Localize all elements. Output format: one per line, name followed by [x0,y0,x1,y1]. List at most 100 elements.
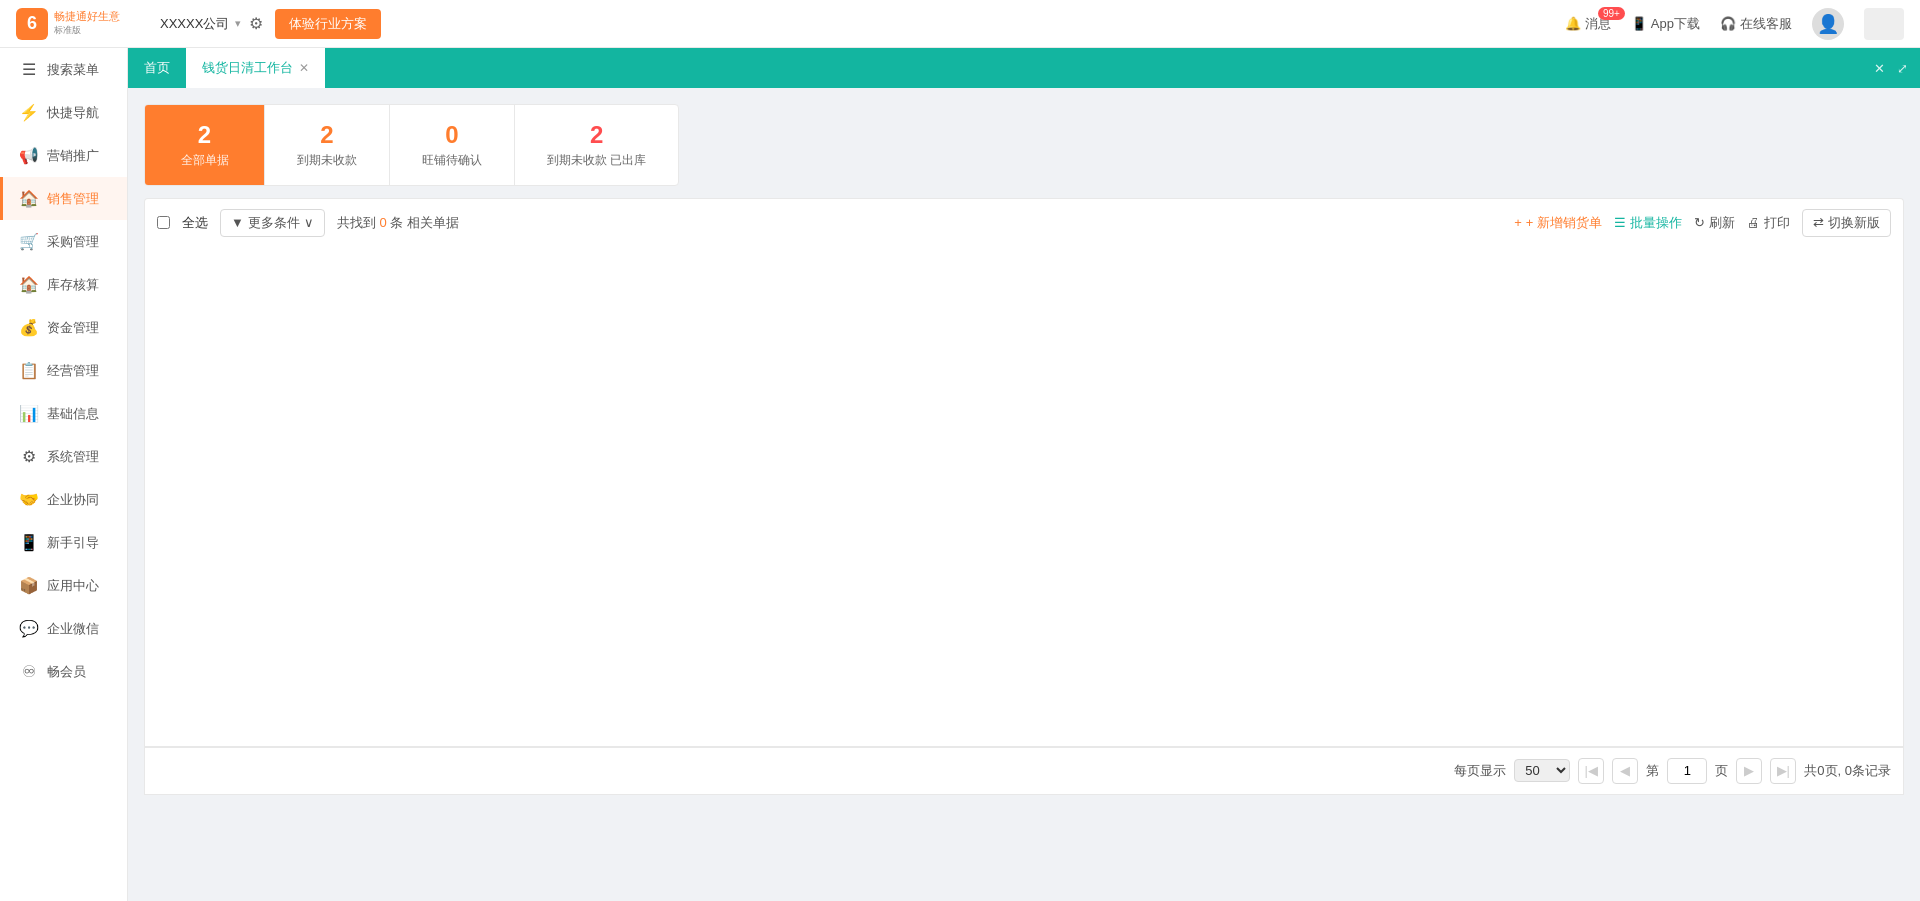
main-content: 2 全部单据 2 到期未收款 0 旺铺待确认 2 到期未收款 已出库 全选 ▼ … [128,88,1920,901]
app-download-label: App下载 [1651,15,1700,33]
stats-row: 2 全部单据 2 到期未收款 0 旺铺待确认 2 到期未收款 已出库 [144,104,679,186]
sidebar-item-guide[interactable]: 📱 新手引导 [0,521,127,564]
toolbar: 全选 ▼ 更多条件 ∨ 共找到 0 条 相关单据 + + 新增销货单 ☰ 批量操… [144,198,1904,247]
sidebar-item-label: 畅会员 [47,663,86,681]
stat-overdue-num: 2 [297,121,357,150]
sidebar: ☰ 搜索菜单 ⚡ 快捷导航 📢 营销推广 🏠 销售管理 🛒 采购管理 🏠 库存核… [0,48,128,901]
search-menu-icon: ☰ [19,60,39,79]
sidebar-item-label: 企业微信 [47,620,99,638]
stat-all[interactable]: 2 全部单据 [145,105,265,185]
sidebar-item-member[interactable]: ♾ 畅会员 [0,650,127,693]
last-page-button[interactable]: ▶| [1770,758,1796,784]
user-name-area [1864,8,1904,40]
per-page-select[interactable]: 50 100 200 [1514,759,1570,782]
member-icon: ♾ [19,662,39,681]
sidebar-item-finance[interactable]: 💰 资金管理 [0,306,127,349]
sidebar-item-label: 搜索菜单 [47,61,99,79]
sidebar-item-marketing[interactable]: 📢 营销推广 [0,134,127,177]
basic-info-icon: 📊 [19,404,39,423]
header-right: 🔔 消息 99+ 📱 App下载 🎧 在线客服 👤 [1565,8,1904,40]
marketing-icon: 📢 [19,146,39,165]
sidebar-item-label: 应用中心 [47,577,99,595]
sidebar-item-system[interactable]: ⚙ 系统管理 [0,435,127,478]
filter-icon: ▼ [231,215,244,230]
expand-icon[interactable]: ⤢ [1897,61,1908,76]
collab-icon: 🤝 [19,490,39,509]
app-download-button[interactable]: 📱 App下载 [1631,15,1700,33]
system-icon: ⚙ [19,447,39,466]
stat-pending-num: 0 [422,121,482,150]
switch-version-button[interactable]: ⇄ 切换新版 [1802,209,1891,237]
gear-icon[interactable]: ⚙ [249,14,263,33]
prev-page-button[interactable]: ◀ [1612,758,1638,784]
sidebar-item-inventory[interactable]: 🏠 库存核算 [0,263,127,306]
sidebar-item-label: 系统管理 [47,448,99,466]
sidebar-item-collab[interactable]: 🤝 企业协同 [0,478,127,521]
sidebar-item-app-center[interactable]: 📦 应用中心 [0,564,127,607]
select-all-checkbox[interactable] [157,216,170,229]
logo-badge: 标准版 [54,24,120,37]
sidebar-item-label: 企业协同 [47,491,99,509]
guide-icon: 📱 [19,533,39,552]
sidebar-item-label: 资金管理 [47,319,99,337]
stat-shipped-num: 2 [547,121,646,150]
pagination: 每页显示 50 100 200 |◀ ◀ 第 页 ▶ ▶| 共0页, 0条记录 [144,747,1904,795]
minimize-icon[interactable]: ✕ [1874,61,1885,76]
nav-tabs: 首页 钱货日清工作台 ✕ ✕ ⤢ [128,48,1920,88]
online-service-button[interactable]: 🎧 在线客服 [1720,15,1792,33]
total-info: 共0页, 0条记录 [1804,762,1891,780]
stat-pending[interactable]: 0 旺铺待确认 [390,105,515,185]
add-icon: + [1514,215,1522,230]
online-service-label: 在线客服 [1740,15,1792,33]
print-button[interactable]: 🖨 打印 [1747,214,1790,232]
sidebar-item-nav[interactable]: ⚡ 快捷导航 [0,91,127,134]
company-selector[interactable]: XXXXX公司 ▾ [160,15,241,33]
found-count: 0 [380,215,387,230]
next-page-button[interactable]: ▶ [1736,758,1762,784]
chevron-filter-icon: ∨ [304,215,314,230]
stat-pending-label: 旺铺待确认 [422,152,482,169]
logo-icon: 6 [16,8,48,40]
sidebar-item-label: 采购管理 [47,233,99,251]
batch-operation-button[interactable]: ☰ 批量操作 [1614,214,1682,232]
chevron-down-icon: ▾ [235,17,241,30]
sidebar-item-search[interactable]: ☰ 搜索菜单 [0,48,127,91]
avatar[interactable]: 👤 [1812,8,1844,40]
sidebar-item-label: 快捷导航 [47,104,99,122]
page-label-prefix: 第 [1646,762,1659,780]
sidebar-item-sales[interactable]: 🏠 销售管理 [0,177,127,220]
finance-icon: 💰 [19,318,39,337]
purchase-icon: 🛒 [19,232,39,251]
stat-overdue[interactable]: 2 到期未收款 [265,105,390,185]
sidebar-item-purchase[interactable]: 🛒 采购管理 [0,220,127,263]
sidebar-item-label: 新手引导 [47,534,99,552]
trial-button[interactable]: 体验行业方案 [275,9,381,39]
message-button[interactable]: 🔔 消息 99+ [1565,15,1611,33]
sidebar-item-label: 库存核算 [47,276,99,294]
tab-workbench-label: 钱货日清工作台 [202,59,293,77]
stat-shipped[interactable]: 2 到期未收款 已出库 [515,105,678,185]
add-sale-button[interactable]: + + 新增销货单 [1514,214,1602,232]
sidebar-item-label: 基础信息 [47,405,99,423]
switch-icon: ⇄ [1813,215,1824,230]
bell-icon: 🔔 [1565,16,1581,31]
sidebar-item-label: 营销推广 [47,147,99,165]
refresh-icon: ↻ [1694,215,1705,230]
refresh-button[interactable]: ↻ 刷新 [1694,214,1735,232]
logo-area: 6 畅捷通好生意 标准版 [16,8,144,40]
headset-icon: 🎧 [1720,16,1736,31]
first-page-button[interactable]: |◀ [1578,758,1604,784]
toolbar-right: + + 新增销货单 ☰ 批量操作 ↻ 刷新 🖨 打印 ⇄ 切换新版 [1514,209,1891,237]
page-number-input[interactable] [1667,758,1707,784]
tab-workbench[interactable]: 钱货日清工作台 ✕ [186,48,325,88]
top-header: 6 畅捷通好生意 标准版 XXXXX公司 ▾ ⚙ 体验行业方案 🔔 消息 99+… [0,0,1920,48]
sidebar-item-basic-info[interactable]: 📊 基础信息 [0,392,127,435]
sidebar-item-weixin[interactable]: 💬 企业微信 [0,607,127,650]
tab-home[interactable]: 首页 [128,48,186,88]
close-tab-icon[interactable]: ✕ [299,61,309,75]
stat-shipped-label: 到期未收款 已出库 [547,152,646,169]
sales-icon: 🏠 [19,189,39,208]
app-center-icon: 📦 [19,576,39,595]
sidebar-item-operation[interactable]: 📋 经营管理 [0,349,127,392]
filter-button[interactable]: ▼ 更多条件 ∨ [220,209,325,237]
